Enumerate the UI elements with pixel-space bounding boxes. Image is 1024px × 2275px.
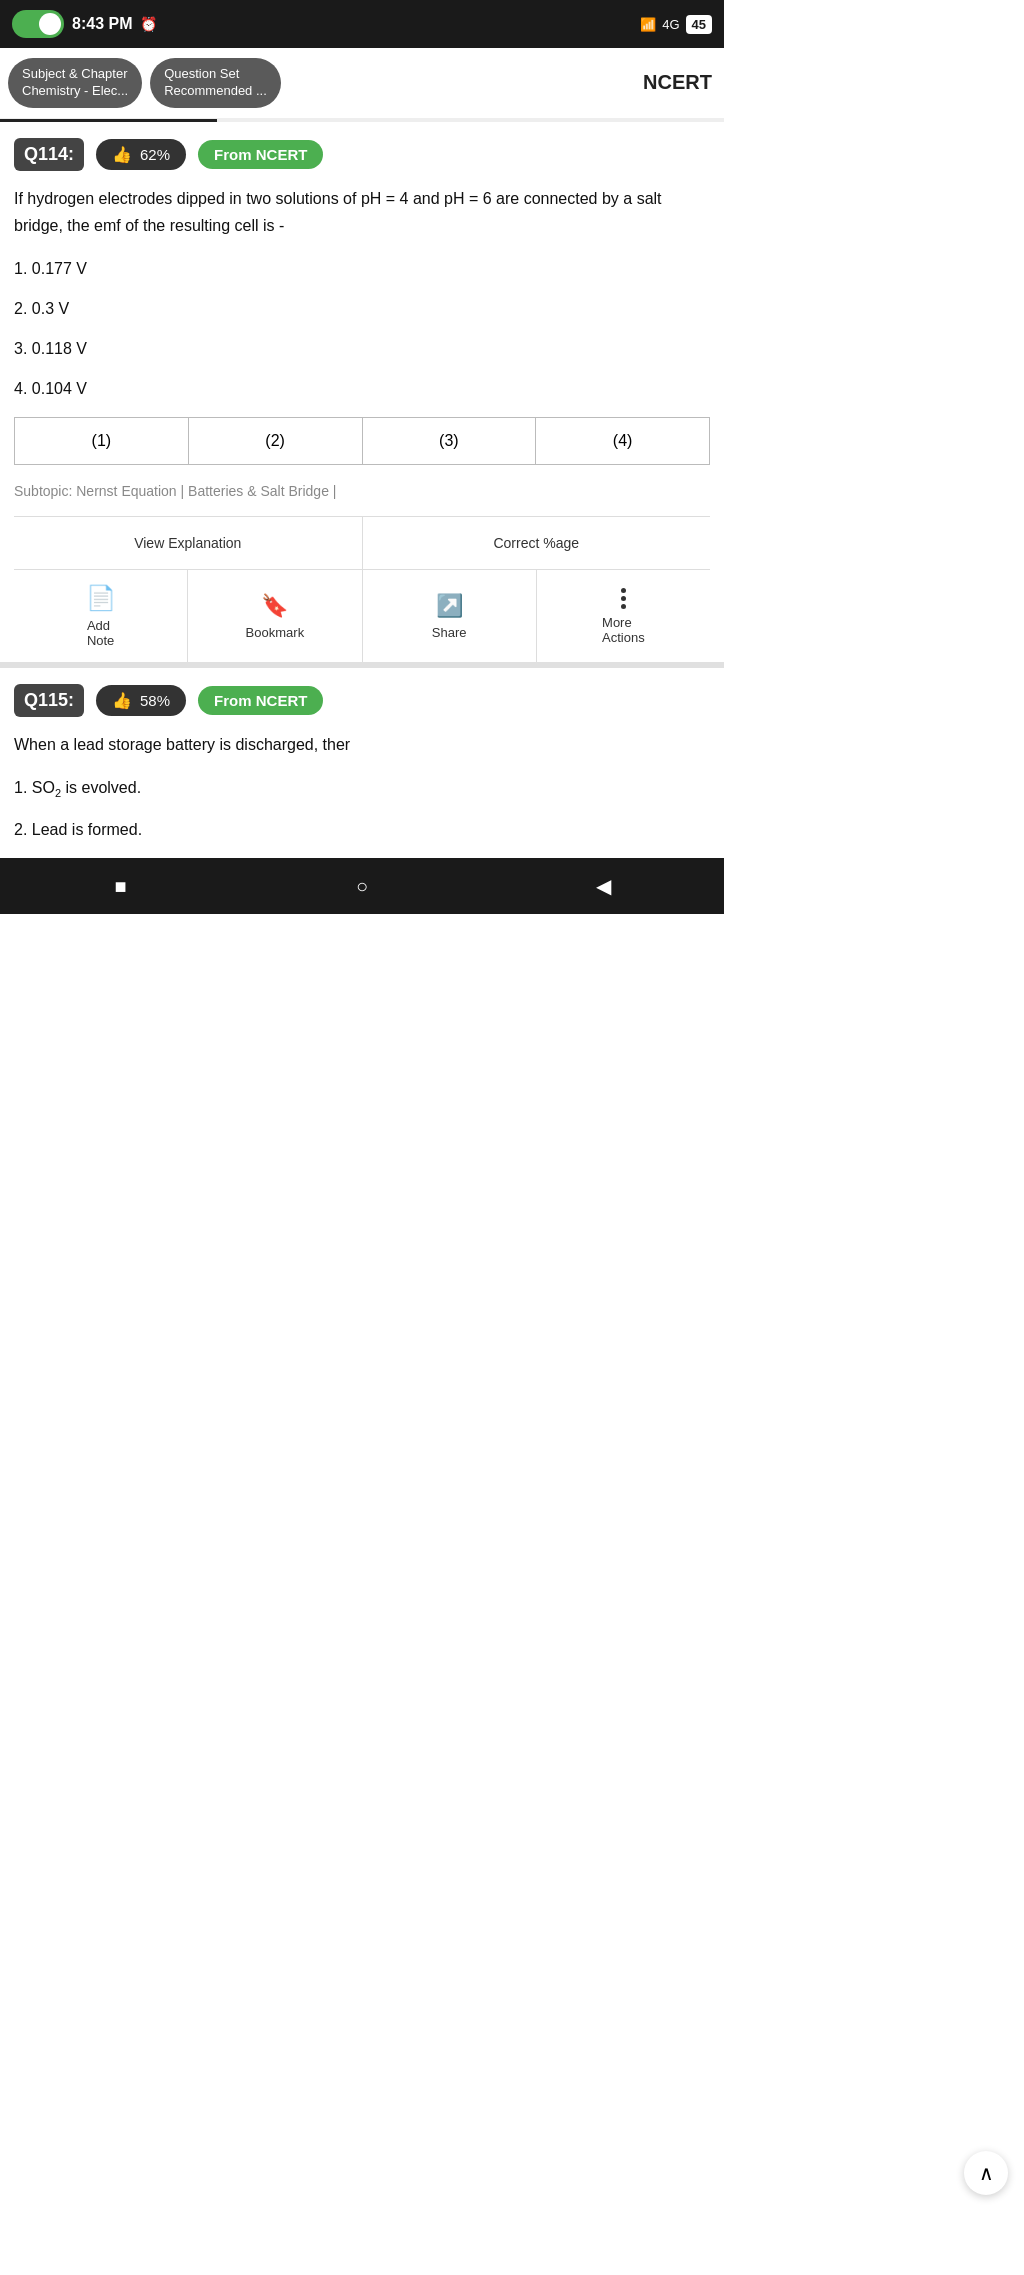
- bookmark-icon: 🔖: [261, 593, 288, 619]
- nav-home-button[interactable]: ○: [342, 866, 382, 906]
- status-right: 📶 4G 45: [640, 15, 712, 34]
- question-header-114: Q114: 👍 62% From NCERT: [14, 138, 710, 171]
- answer-option-3[interactable]: (3): [362, 418, 536, 465]
- thumb-icon-115: 👍: [112, 691, 132, 710]
- option-3-114: 3. 0.118 V: [14, 337, 710, 361]
- ncert-badge-114: From NCERT: [198, 140, 323, 169]
- ncert-label: NCERT: [643, 71, 716, 94]
- nav-square-button[interactable]: ■: [101, 866, 141, 906]
- correct-pct-button[interactable]: Correct %age: [363, 517, 711, 569]
- question-text-114: If hydrogen electrodes dipped in two sol…: [14, 185, 710, 239]
- subject-chapter-filter[interactable]: Subject & Chapter Chemistry - Elec...: [8, 58, 142, 108]
- mic-toggle[interactable]: 🎙: [12, 10, 64, 38]
- bookmark-label: Bookmark: [246, 625, 305, 640]
- like-badge-115: 👍 58%: [96, 685, 186, 716]
- like-percent-114: 62%: [140, 146, 170, 163]
- network-type: 4G: [662, 17, 679, 32]
- like-percent-115: 58%: [140, 692, 170, 709]
- filter-pill-label3: Question Set: [164, 66, 267, 83]
- question-set-filter[interactable]: Question Set Recommended ...: [150, 58, 281, 108]
- battery-level: 45: [686, 15, 712, 34]
- add-note-button[interactable]: 📄 AddNote: [14, 570, 188, 662]
- question-card-114: Q114: 👍 62% From NCERT If hydrogen elect…: [0, 122, 724, 668]
- nav-back-button[interactable]: ◀: [583, 866, 623, 906]
- filter-bar: Subject & Chapter Chemistry - Elec... Qu…: [0, 48, 724, 119]
- bookmark-button[interactable]: 🔖 Bookmark: [188, 570, 362, 662]
- question-header-115: Q115: 👍 58% From NCERT: [14, 684, 710, 717]
- action-row-114: View Explanation Correct %age: [14, 516, 710, 569]
- alarm-icon: ⏰: [140, 16, 157, 32]
- filter-progress-bar: [0, 119, 724, 122]
- filter-pill-label2: Chemistry - Elec...: [22, 83, 128, 100]
- option-1-114: 1. 0.177 V: [14, 257, 710, 281]
- answer-option-2[interactable]: (2): [188, 418, 362, 465]
- status-left: 🎙 8:43 PM ⏰: [12, 10, 157, 38]
- mic-icon: 🎙: [39, 13, 61, 35]
- add-note-icon: 📄: [86, 584, 116, 612]
- option-2-115: 2. Lead is formed.: [14, 818, 710, 842]
- more-actions-label: MoreActions: [602, 615, 645, 645]
- answer-option-1[interactable]: (1): [15, 418, 189, 465]
- more-actions-icon: [621, 588, 626, 609]
- option-1-115: 1. SO2 is evolved.: [14, 776, 710, 802]
- view-explanation-button[interactable]: View Explanation: [14, 517, 363, 569]
- option-2-114: 2. 0.3 V: [14, 297, 710, 321]
- filter-pill-label1: Subject & Chapter: [22, 66, 128, 83]
- bottom-nav: ■ ○ ◀: [0, 858, 724, 914]
- status-time: 8:43 PM: [72, 15, 132, 33]
- ncert-badge-115: From NCERT: [198, 686, 323, 715]
- answer-table-114: (1) (2) (3) (4): [14, 417, 710, 465]
- network-icon: 📶: [640, 17, 656, 32]
- thumb-icon: 👍: [112, 145, 132, 164]
- add-note-label: AddNote: [87, 618, 114, 648]
- option-4-114: 4. 0.104 V: [14, 377, 710, 401]
- subtopic-114: Subtopic: Nernst Equation | Batteries & …: [14, 481, 710, 502]
- status-bar: 🎙 8:43 PM ⏰ 📶 4G 45: [0, 0, 724, 48]
- share-button[interactable]: ↗️ Share: [363, 570, 537, 662]
- question-number-114: Q114:: [14, 138, 84, 171]
- bottom-actions-114: 📄 AddNote 🔖 Bookmark ↗️ Share MoreAction…: [14, 569, 710, 662]
- question-text-115: When a lead storage battery is discharge…: [14, 731, 710, 758]
- share-label: Share: [432, 625, 467, 640]
- filter-pill-label4: Recommended ...: [164, 83, 267, 100]
- answer-option-4[interactable]: (4): [536, 418, 710, 465]
- like-badge-114: 👍 62%: [96, 139, 186, 170]
- share-icon: ↗️: [436, 593, 463, 619]
- more-actions-button[interactable]: MoreActions: [537, 570, 710, 662]
- question-number-115: Q115:: [14, 684, 84, 717]
- question-card-115: Q115: 👍 58% From NCERT When a lead stora…: [0, 668, 724, 842]
